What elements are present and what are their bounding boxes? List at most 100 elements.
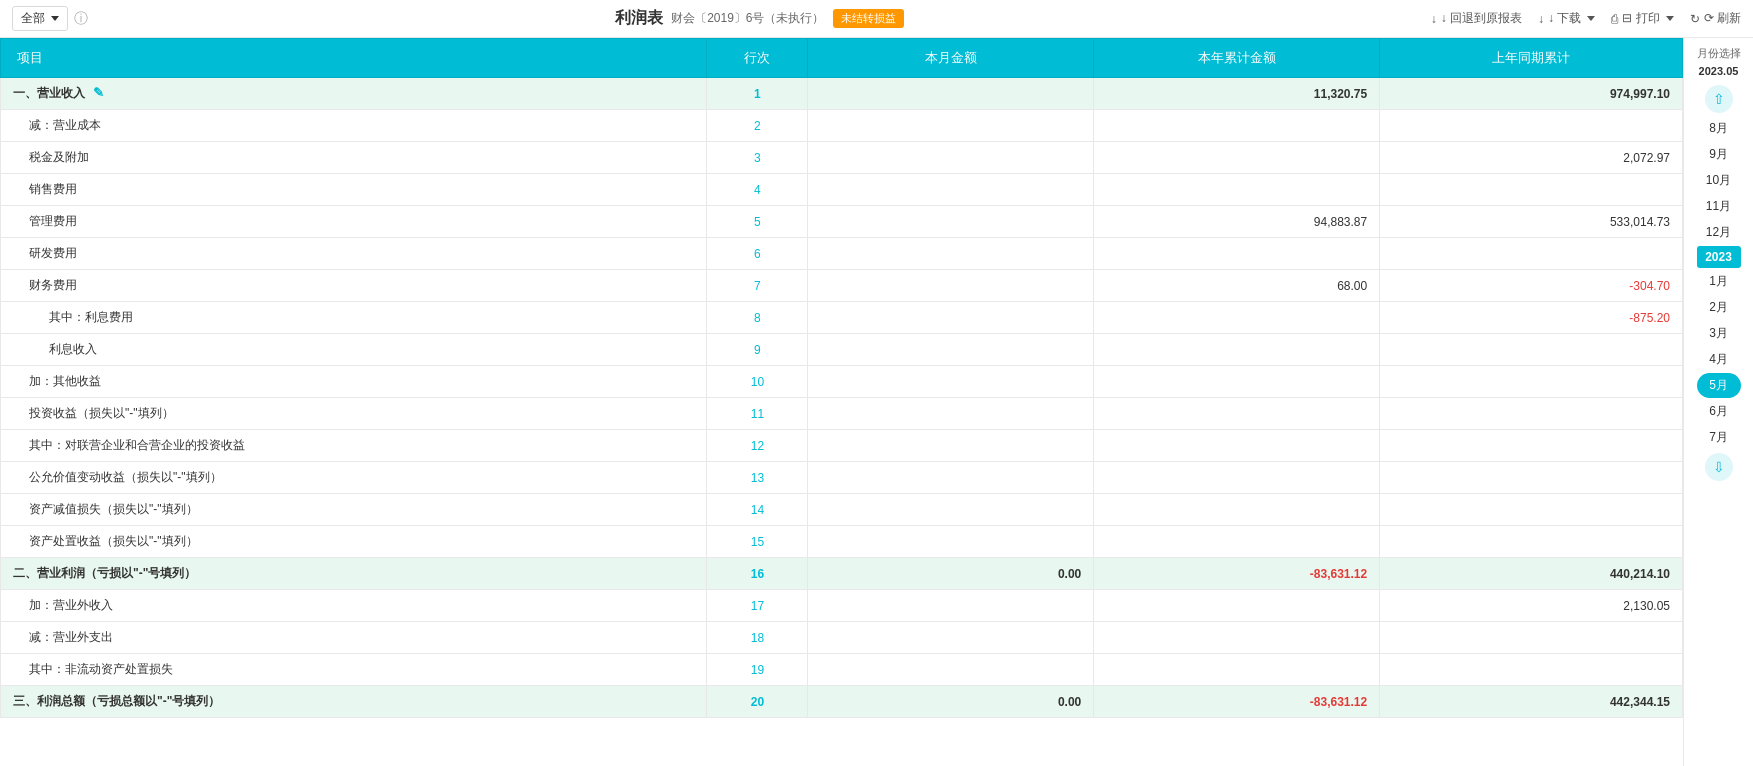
table-cell-item: 管理费用: [1, 206, 707, 238]
chevron-down-icon: [51, 16, 59, 21]
table-cell-current-month: [808, 142, 1094, 174]
table-cell-rownum: 16: [707, 558, 808, 590]
edit-icon[interactable]: ✎: [93, 85, 104, 100]
month-item[interactable]: 6月: [1697, 399, 1741, 424]
month-item[interactable]: 4月: [1697, 347, 1741, 372]
table-cell-current-month: [808, 206, 1094, 238]
main-area: 项目 行次 本月金额 本年累计金额 上年同期累计 一、营业收入✎111,320.…: [0, 38, 1753, 766]
table-cell-prior-ytd: [1380, 654, 1683, 686]
col-header-item: 项目: [1, 39, 707, 78]
table-cell-item: 减：营业外支出: [1, 622, 707, 654]
month-item[interactable]: 10月: [1697, 168, 1741, 193]
table-cell-ytd: 94,883.87: [1094, 206, 1380, 238]
help-icon[interactable]: ⓘ: [74, 10, 88, 28]
table-cell-ytd: [1094, 174, 1380, 206]
table-cell-prior-ytd: [1380, 334, 1683, 366]
table-cell-rownum[interactable]: 17: [707, 590, 808, 622]
scope-label: 全部: [21, 10, 45, 27]
table-cell-prior-ytd: [1380, 238, 1683, 270]
table-cell-rownum: 1: [707, 78, 808, 110]
table-cell-rownum: 8: [707, 302, 808, 334]
header-actions: ↓ ↓ 回退到原报表 ↓ ↓ 下载 ⎙ ⊟ 打印 ↻ ⟳ 刷新: [1431, 10, 1741, 27]
month-selector-title: 月份选择: [1697, 46, 1741, 61]
table-cell-ytd: [1094, 622, 1380, 654]
table-cell-current-month: [808, 270, 1094, 302]
table-cell-item: 三、利润总额（亏损总额以"-"号填列）: [1, 686, 707, 718]
table-cell-ytd: [1094, 654, 1380, 686]
month-item[interactable]: 11月: [1697, 194, 1741, 219]
table-cell-prior-ytd: [1380, 430, 1683, 462]
table-cell-rownum: 4: [707, 174, 808, 206]
table-cell-rownum[interactable]: 12: [707, 430, 808, 462]
table-cell-item: 减：营业成本: [1, 110, 707, 142]
scope-selector[interactable]: 全部: [12, 6, 68, 31]
table-cell-rownum[interactable]: 15: [707, 526, 808, 558]
table-cell-item: 资产处置收益（损失以"-"填列）: [1, 526, 707, 558]
month-item[interactable]: 5月: [1697, 373, 1741, 398]
table-cell-rownum: 5: [707, 206, 808, 238]
table-cell-ytd: [1094, 430, 1380, 462]
table-cell-rownum: 2: [707, 110, 808, 142]
month-item[interactable]: 2023: [1697, 246, 1741, 268]
print-btn[interactable]: ⎙ ⊟ 打印: [1611, 10, 1673, 27]
table-cell-current-month: [808, 526, 1094, 558]
table-cell-current-month: [808, 334, 1094, 366]
table-cell-ytd: [1094, 526, 1380, 558]
table-cell-ytd: 11,320.75: [1094, 78, 1380, 110]
download-icon: ↓: [1538, 12, 1544, 26]
month-item[interactable]: 7月: [1697, 425, 1741, 450]
month-item[interactable]: 9月: [1697, 142, 1741, 167]
table-cell-current-month: [808, 174, 1094, 206]
table-cell-item: 税金及附加: [1, 142, 707, 174]
table-cell-current-month: 0.00: [808, 686, 1094, 718]
col-header-ytd: 本年累计金额: [1094, 39, 1380, 78]
report-subtitle: 财会〔2019〕6号（未执行）: [671, 10, 824, 27]
table-cell-current-month: [808, 462, 1094, 494]
status-badge[interactable]: 未结转损益: [833, 9, 904, 28]
table-cell-prior-ytd: -304.70: [1380, 270, 1683, 302]
col-header-current-month: 本月金额: [808, 39, 1094, 78]
table-cell-current-month: [808, 238, 1094, 270]
month-item[interactable]: 2月: [1697, 295, 1741, 320]
table-cell-rownum[interactable]: 10: [707, 366, 808, 398]
month-scroll-down-btn[interactable]: ⇩: [1705, 453, 1733, 481]
back-to-original-btn[interactable]: ↓ ↓ 回退到原报表: [1431, 10, 1522, 27]
header-left: 全部 ⓘ: [12, 6, 88, 31]
table-cell-prior-ytd: [1380, 526, 1683, 558]
table-cell-ytd: -83,631.12: [1094, 686, 1380, 718]
month-item[interactable]: 8月: [1697, 116, 1741, 141]
table-cell-rownum: 19: [707, 654, 808, 686]
download-btn[interactable]: ↓ ↓ 下载: [1538, 10, 1595, 27]
table-cell-current-month: [808, 398, 1094, 430]
page-title: 利润表: [615, 8, 663, 29]
table-cell-item: 其中：利息费用: [1, 302, 707, 334]
month-scroll-up-btn[interactable]: ⇧: [1705, 85, 1733, 113]
table-cell-item: 一、营业收入✎: [1, 78, 707, 110]
refresh-icon: ↻: [1690, 12, 1700, 26]
table-cell-rownum[interactable]: 14: [707, 494, 808, 526]
table-cell-ytd: [1094, 238, 1380, 270]
month-item[interactable]: 3月: [1697, 321, 1741, 346]
table-cell-current-month: 0.00: [808, 558, 1094, 590]
table-cell-prior-ytd: [1380, 366, 1683, 398]
refresh-btn[interactable]: ↻ ⟳ 刷新: [1690, 10, 1741, 27]
profit-loss-table: 项目 行次 本月金额 本年累计金额 上年同期累计 一、营业收入✎111,320.…: [0, 38, 1683, 718]
table-cell-rownum: 20: [707, 686, 808, 718]
table-cell-rownum[interactable]: 11: [707, 398, 808, 430]
month-selector-year: 2023.05: [1699, 65, 1739, 77]
table-cell-item: 资产减值损失（损失以"-"填列）: [1, 494, 707, 526]
table-cell-current-month: [808, 110, 1094, 142]
month-item[interactable]: 1月: [1697, 269, 1741, 294]
table-cell-item: 其中：对联营企业和合营企业的投资收益: [1, 430, 707, 462]
table-cell-item: 利息收入: [1, 334, 707, 366]
table-cell-ytd: [1094, 590, 1380, 622]
table-cell-prior-ytd: [1380, 494, 1683, 526]
table-cell-current-month: [808, 430, 1094, 462]
print-icon: ⎙: [1611, 12, 1618, 26]
month-list: 8月9月10月11月12月20231月2月3月4月5月6月7月: [1697, 115, 1741, 451]
table-cell-ytd: [1094, 398, 1380, 430]
month-item[interactable]: 12月: [1697, 220, 1741, 245]
table-cell-prior-ytd: 442,344.15: [1380, 686, 1683, 718]
back-icon: ↓: [1431, 12, 1437, 26]
table-cell-rownum[interactable]: 13: [707, 462, 808, 494]
